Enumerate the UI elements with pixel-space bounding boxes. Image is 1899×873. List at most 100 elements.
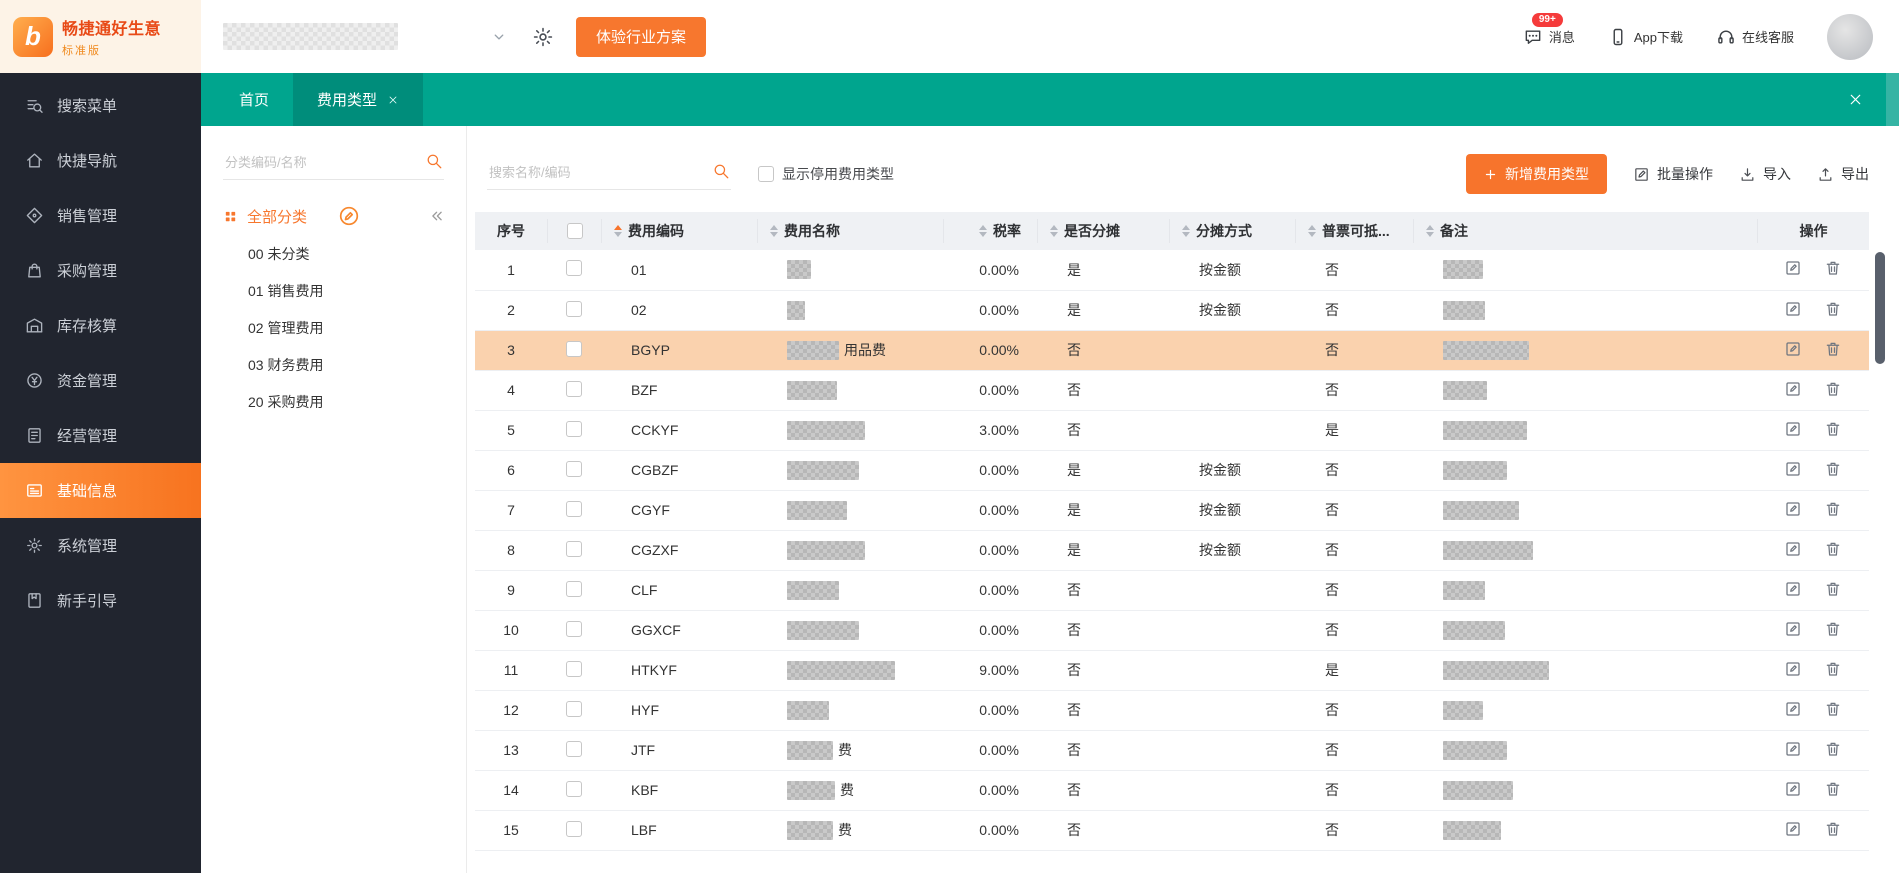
- trash-icon[interactable]: [1824, 820, 1842, 838]
- row-checkbox[interactable]: [566, 660, 582, 677]
- column-header-tax[interactable]: 税率: [943, 212, 1037, 250]
- edit-icon[interactable]: [1784, 380, 1802, 398]
- edit-icon[interactable]: [1784, 780, 1802, 798]
- sidebar-item-sales[interactable]: 销售管理: [0, 188, 201, 243]
- edit-icon[interactable]: [1784, 300, 1802, 318]
- trash-icon[interactable]: [1824, 700, 1842, 718]
- trash-icon[interactable]: [1824, 620, 1842, 638]
- sidebar-item-funds[interactable]: 资金管理: [0, 353, 201, 408]
- all-categories-link[interactable]: 全部分类: [247, 206, 307, 227]
- edit-icon[interactable]: [1784, 660, 1802, 678]
- row-checkbox[interactable]: [566, 580, 582, 597]
- table-row[interactable]: 15 LBF 费 0.00% 否否: [475, 810, 1869, 851]
- trash-icon[interactable]: [1824, 460, 1842, 478]
- table-row[interactable]: 11 HTKYF 9.00% 否 是: [475, 650, 1869, 691]
- org-select-dropdown[interactable]: [213, 16, 518, 58]
- edit-icon[interactable]: [1784, 580, 1802, 598]
- row-checkbox[interactable]: [566, 820, 582, 837]
- table-row[interactable]: 4 BZF 0.00% 否否: [475, 370, 1869, 411]
- trash-icon[interactable]: [1824, 580, 1842, 598]
- trash-icon[interactable]: [1824, 380, 1842, 398]
- edit-icon[interactable]: [1784, 740, 1802, 758]
- trash-icon[interactable]: [1824, 660, 1842, 678]
- column-header-method[interactable]: 分摊方式: [1169, 212, 1295, 250]
- category-item-02[interactable]: 02 管理费用: [201, 310, 466, 347]
- sidebar-item-system[interactable]: 系统管理: [0, 518, 201, 573]
- batch-actions-button[interactable]: 批量操作: [1633, 164, 1713, 184]
- row-checkbox[interactable]: [566, 780, 582, 797]
- edit-icon[interactable]: [1784, 259, 1802, 277]
- edit-icon[interactable]: [1784, 820, 1802, 838]
- table-row[interactable]: 1 01 0.00% 是按金额否: [475, 250, 1869, 291]
- sidebar-item-inventory[interactable]: 库存核算: [0, 298, 201, 353]
- sidebar-item-guide[interactable]: 新手引导: [0, 573, 201, 628]
- row-checkbox[interactable]: [566, 460, 582, 477]
- table-row[interactable]: 7 CGYF 0.00% 是按金额否: [475, 490, 1869, 531]
- messages-button[interactable]: 99+ 消息: [1523, 12, 1575, 47]
- sidebar-item-operations[interactable]: 经营管理: [0, 408, 201, 463]
- category-search-input[interactable]: [223, 148, 444, 180]
- tab-home[interactable]: 首页: [215, 73, 293, 126]
- column-header-note[interactable]: 备注: [1413, 212, 1757, 250]
- category-item-03[interactable]: 03 财务费用: [201, 347, 466, 384]
- table-row[interactable]: 9 CLF 0.00% 否否: [475, 570, 1869, 611]
- app-download-button[interactable]: App下载: [1608, 27, 1683, 47]
- import-button[interactable]: 导入: [1739, 164, 1791, 184]
- trash-icon[interactable]: [1824, 540, 1842, 558]
- column-header-select[interactable]: [547, 212, 601, 250]
- trash-icon[interactable]: [1824, 500, 1842, 518]
- sidebar-item-quick-nav[interactable]: 快捷导航: [0, 133, 201, 188]
- tabbar-more-strip[interactable]: [1886, 73, 1899, 126]
- table-row[interactable]: 10 GGXCF 0.00% 否否: [475, 610, 1869, 651]
- sidebar-item-purchase[interactable]: 采购管理: [0, 243, 201, 298]
- category-item-20[interactable]: 20 采购费用: [201, 384, 466, 421]
- export-button[interactable]: 导出: [1817, 164, 1869, 184]
- trash-icon[interactable]: [1824, 740, 1842, 758]
- trash-icon[interactable]: [1824, 300, 1842, 318]
- edit-icon[interactable]: [1784, 700, 1802, 718]
- gear-icon[interactable]: [532, 26, 554, 48]
- online-service-button[interactable]: 在线客服: [1716, 27, 1794, 47]
- sidebar-item-search-menu[interactable]: 搜索菜单: [0, 78, 201, 133]
- column-header-deductible[interactable]: 普票可抵...: [1295, 212, 1413, 250]
- row-checkbox[interactable]: [566, 260, 582, 277]
- tab-close-icon[interactable]: [387, 94, 399, 106]
- add-expense-type-button[interactable]: 新增费用类型: [1466, 154, 1607, 194]
- edit-icon[interactable]: [1784, 340, 1802, 358]
- edit-categories-icon[interactable]: [337, 204, 361, 228]
- sidebar-item-base-info[interactable]: 基础信息: [0, 463, 201, 518]
- search-icon[interactable]: [712, 162, 730, 180]
- row-checkbox[interactable]: [566, 740, 582, 757]
- row-checkbox[interactable]: [566, 300, 582, 317]
- table-row[interactable]: 6 CGBZF 0.00% 是按金额否: [475, 450, 1869, 491]
- show-disabled-toggle[interactable]: 显示停用费用类型: [758, 164, 894, 184]
- table-row[interactable]: 5 CCKYF 3.00% 否 是: [475, 410, 1869, 451]
- show-disabled-checkbox[interactable]: [758, 166, 774, 182]
- edit-icon[interactable]: [1784, 500, 1802, 518]
- table-row[interactable]: 8 CGZXF 0.00% 是按金额否: [475, 530, 1869, 571]
- table-row[interactable]: 13 JTF 费 0.00% 否否: [475, 730, 1869, 771]
- trash-icon[interactable]: [1824, 780, 1842, 798]
- close-all-tabs-icon[interactable]: [1847, 91, 1864, 108]
- category-item-01[interactable]: 01 销售费用: [201, 273, 466, 310]
- table-search-input[interactable]: [487, 158, 731, 190]
- trash-icon[interactable]: [1824, 420, 1842, 438]
- table-row[interactable]: 2 02 0.00% 是按金额否: [475, 290, 1869, 331]
- table-row[interactable]: 12 HYF 0.00% 否否: [475, 690, 1869, 731]
- collapse-panel-icon[interactable]: [428, 207, 446, 225]
- vertical-scrollbar-thumb[interactable]: [1875, 252, 1885, 364]
- edit-icon[interactable]: [1784, 620, 1802, 638]
- table-row[interactable]: 3 BGYP 用品费 0.00% 否否: [475, 330, 1869, 371]
- row-checkbox[interactable]: [566, 420, 582, 437]
- row-checkbox[interactable]: [566, 340, 582, 357]
- row-checkbox[interactable]: [566, 700, 582, 717]
- row-checkbox[interactable]: [566, 620, 582, 637]
- column-header-code[interactable]: 费用编码: [601, 212, 757, 250]
- tab-expense-type[interactable]: 费用类型: [293, 73, 424, 126]
- trash-icon[interactable]: [1824, 259, 1842, 277]
- trial-solution-button[interactable]: 体验行业方案: [576, 16, 707, 57]
- avatar[interactable]: [1827, 13, 1873, 60]
- select-all-checkbox[interactable]: [566, 223, 583, 239]
- edit-icon[interactable]: [1784, 420, 1802, 438]
- trash-icon[interactable]: [1824, 340, 1842, 358]
